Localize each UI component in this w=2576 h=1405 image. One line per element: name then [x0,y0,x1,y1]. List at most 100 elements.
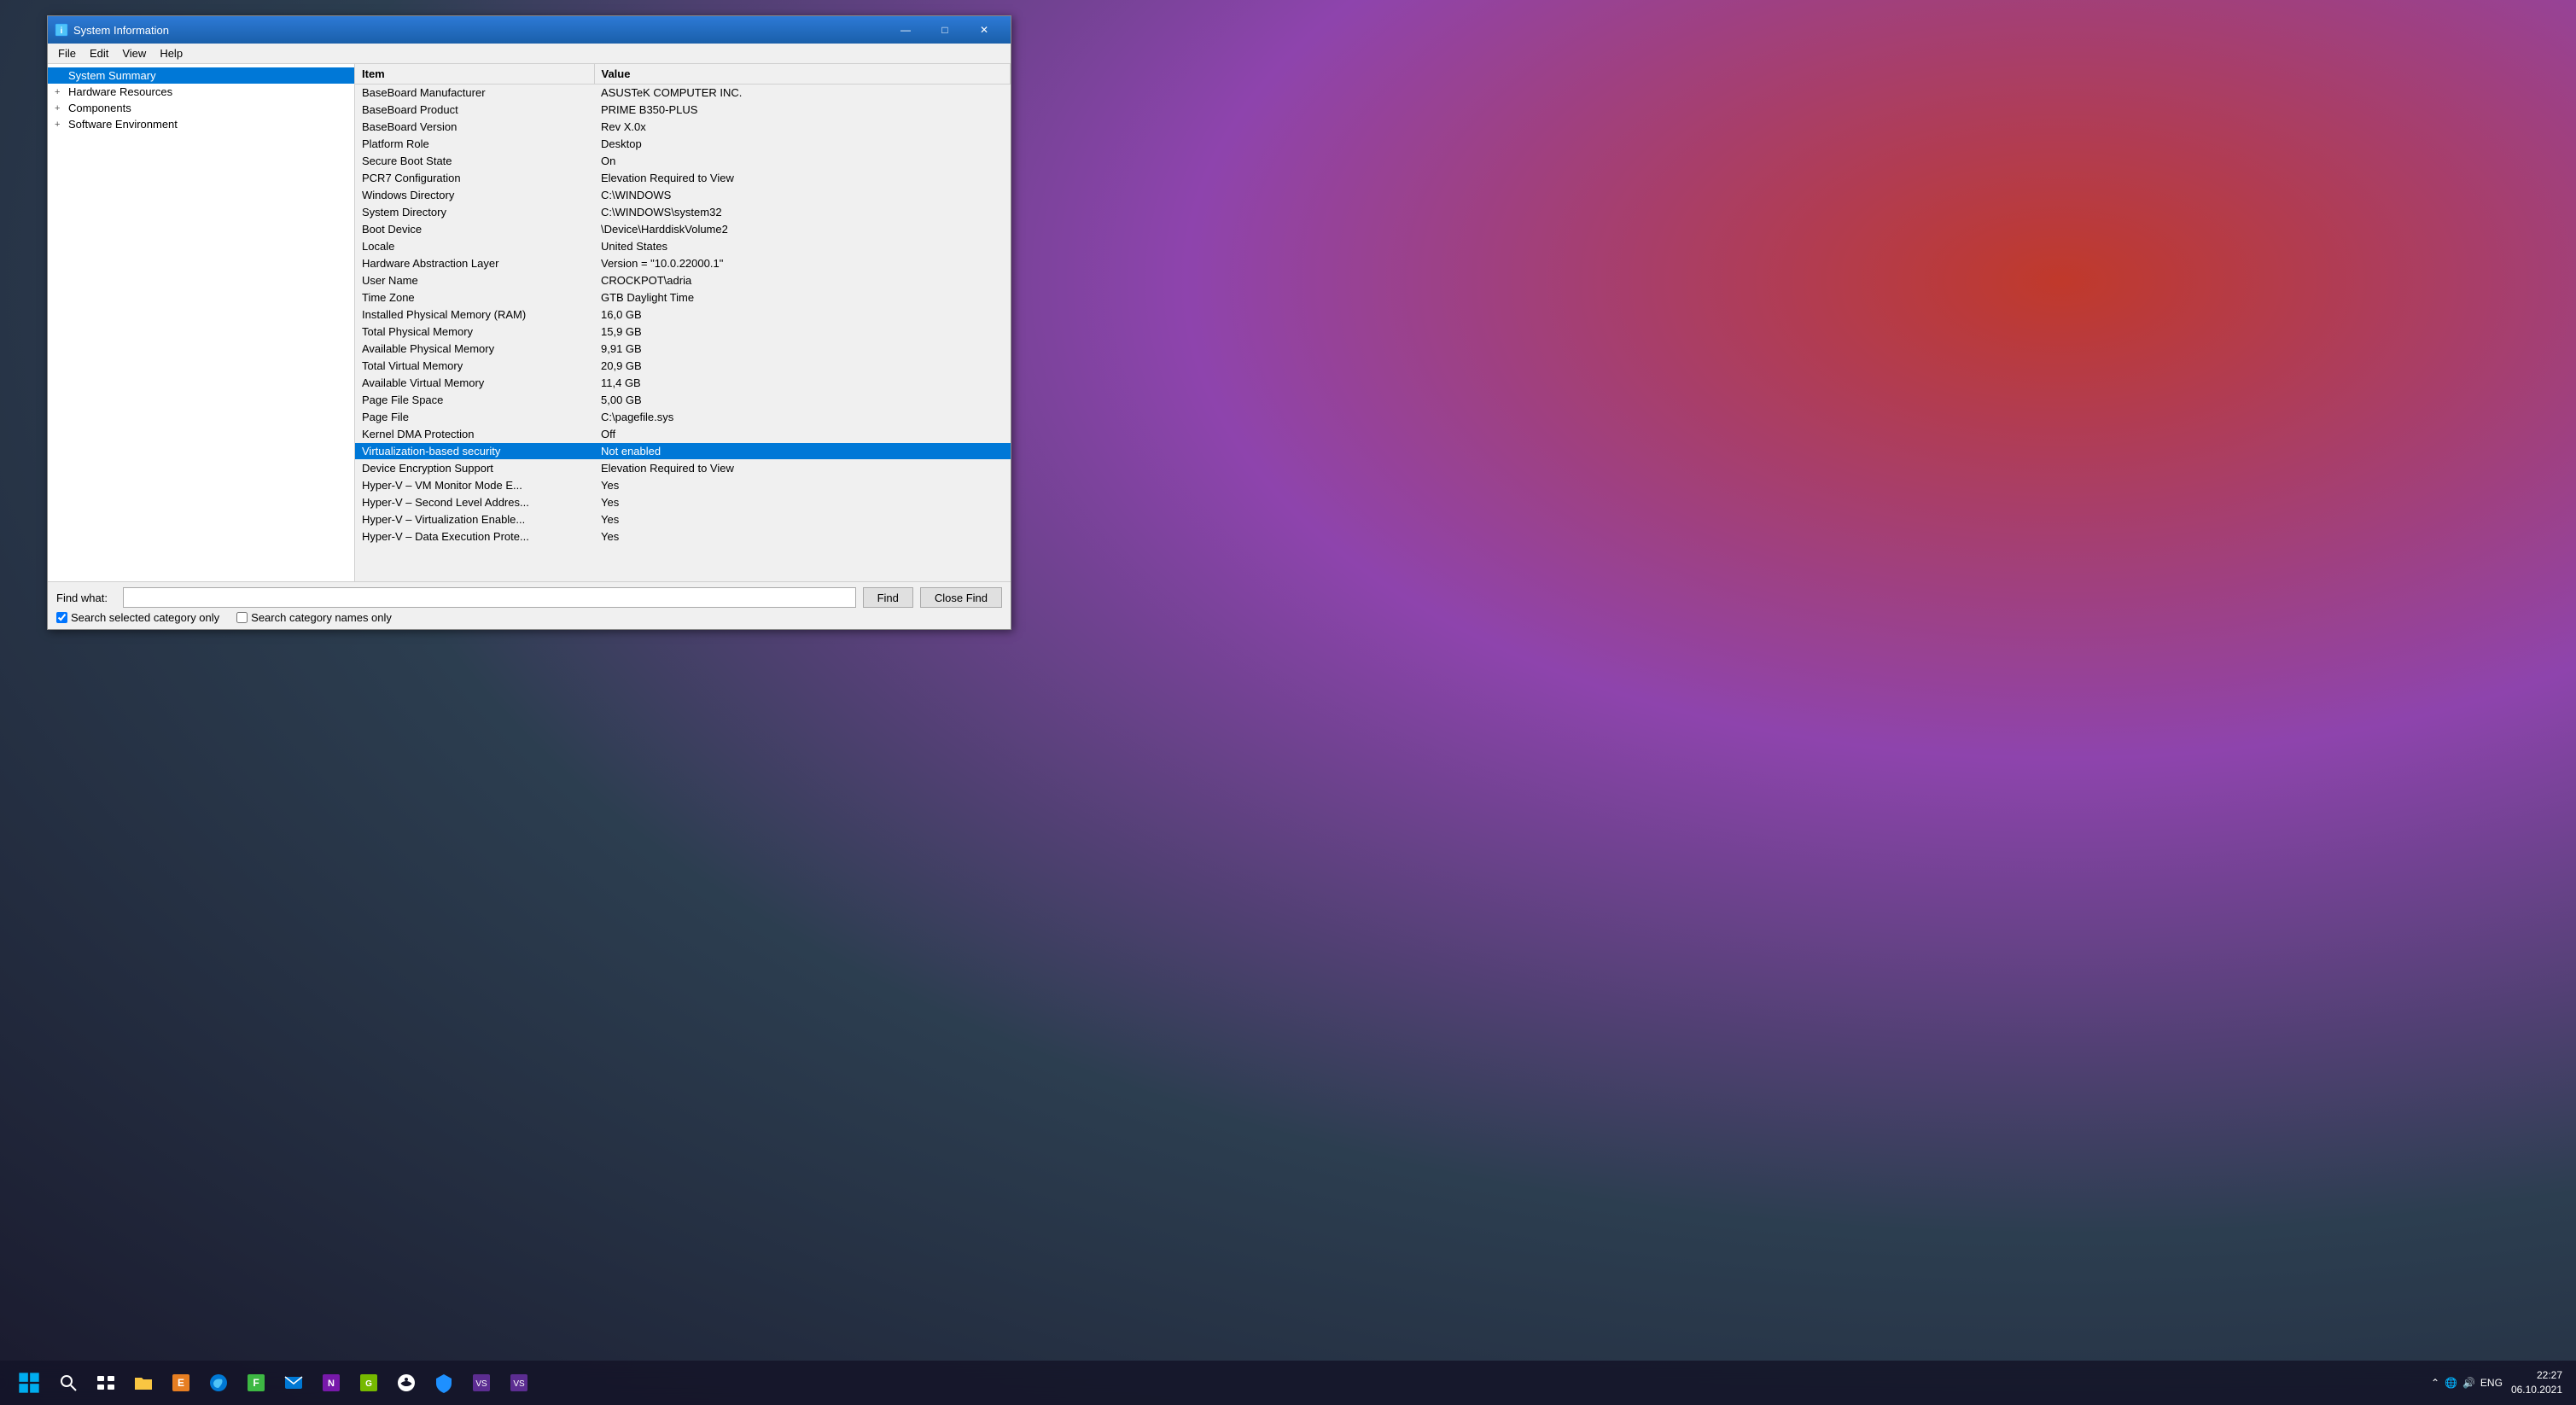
table-row[interactable]: Platform RoleDesktop [355,136,1011,153]
table-row[interactable]: Secure Boot StateOn [355,153,1011,170]
table-row[interactable]: BaseBoard VersionRev X.0x [355,119,1011,136]
taskbar-onenote[interactable]: N [314,1366,348,1400]
cell-item: System Directory [355,204,594,221]
table-row[interactable]: Page File Space5,00 GB [355,392,1011,409]
cell-item: Total Physical Memory [355,324,594,341]
taskbar-clock[interactable]: 22:27 06.10.2021 [2511,1368,2562,1397]
cell-item: Page File [355,409,594,426]
table-row[interactable]: Hyper-V – VM Monitor Mode E...Yes [355,477,1011,494]
cell-item: User Name [355,272,594,289]
svg-text:N: N [328,1379,335,1389]
checkbox-search-category-label[interactable]: Search selected category only [56,611,219,624]
table-row[interactable]: Hyper-V – Virtualization Enable...Yes [355,511,1011,528]
tree-label-hardware-resources: Hardware Resources [68,85,172,98]
taskbar-defender[interactable] [427,1366,461,1400]
taskbar-mail[interactable] [277,1366,311,1400]
close-find-button[interactable]: Close Find [920,587,1002,608]
cell-item: BaseBoard Version [355,119,594,136]
cell-item: Hyper-V – Virtualization Enable... [355,511,594,528]
table-row[interactable]: Kernel DMA ProtectionOff [355,426,1011,443]
table-row[interactable]: PCR7 ConfigurationElevation Required to … [355,170,1011,187]
taskbar-task-view[interactable] [89,1366,123,1400]
table-row[interactable]: Total Virtual Memory20,9 GB [355,358,1011,375]
menu-item-file[interactable]: File [51,45,83,61]
taskbar-app5[interactable]: VS [502,1366,536,1400]
cell-value: 20,9 GB [594,358,1011,375]
maximize-button[interactable]: □ [925,16,965,44]
taskbar-app1[interactable]: E [164,1366,198,1400]
title-bar: i System Information — □ ✕ [48,16,1011,44]
cell-value: 16,0 GB [594,306,1011,324]
taskbar-app2[interactable]: F [239,1366,273,1400]
table-row[interactable]: BaseBoard ProductPRIME B350-PLUS [355,102,1011,119]
table-container: Item Value BaseBoard ManufacturerASUSTeK… [355,64,1011,581]
cell-item: Installed Physical Memory (RAM) [355,306,594,324]
taskbar-edge[interactable] [201,1366,236,1400]
taskbar-app3[interactable]: G [352,1366,386,1400]
cell-item: BaseBoard Manufacturer [355,85,594,102]
cell-item: Boot Device [355,221,594,238]
cell-item: Virtualization-based security [355,443,594,460]
cell-item: Device Encryption Support [355,460,594,477]
expander-hardware-resources: + [55,87,68,97]
cell-value: On [594,153,1011,170]
table-row[interactable]: Available Physical Memory9,91 GB [355,341,1011,358]
svg-text:E: E [178,1377,184,1389]
checkbox-search-names[interactable] [236,612,248,623]
start-button[interactable] [14,1367,44,1398]
menu-item-edit[interactable]: Edit [83,45,115,61]
table-row[interactable]: Total Physical Memory15,9 GB [355,324,1011,341]
table-row[interactable]: Available Virtual Memory11,4 GB [355,375,1011,392]
table-row[interactable]: Installed Physical Memory (RAM)16,0 GB [355,306,1011,324]
minimize-button[interactable]: — [886,16,925,44]
table-row[interactable]: Hyper-V – Data Execution Prote...Yes [355,528,1011,545]
cell-value: PRIME B350-PLUS [594,102,1011,119]
find-button[interactable]: Find [863,587,913,608]
tree-item-hardware-resources[interactable]: + Hardware Resources [48,84,354,100]
table-scroll[interactable]: Item Value BaseBoard ManufacturerASUSTeK… [355,64,1011,581]
cell-value: Not enabled [594,443,1011,460]
table-row[interactable]: Hyper-V – Second Level Addres...Yes [355,494,1011,511]
close-button[interactable]: ✕ [965,16,1004,44]
menu-item-help[interactable]: Help [153,45,189,61]
tree-item-components[interactable]: + Components [48,100,354,116]
col-header-value: Value [594,64,1011,85]
window-title: System Information [73,24,886,37]
table-row[interactable]: Time ZoneGTB Daylight Time [355,289,1011,306]
taskbar-file-explorer[interactable] [126,1366,160,1400]
taskbar-search[interactable] [51,1366,85,1400]
menu-item-view[interactable]: View [115,45,153,61]
tree-item-system-summary[interactable]: System Summary [48,67,354,84]
cell-item: Page File Space [355,392,594,409]
svg-text:F: F [253,1377,259,1389]
find-row: Find what: Find Close Find [56,587,1002,608]
table-row[interactable]: User NameCROCKPOT\adria [355,272,1011,289]
table-row[interactable]: System DirectoryC:\WINDOWS\system32 [355,204,1011,221]
find-input[interactable] [123,587,856,608]
table-row[interactable]: Page FileC:\pagefile.sys [355,409,1011,426]
cell-value: Version = "10.0.22000.1" [594,255,1011,272]
svg-text:VS: VS [475,1379,487,1389]
cell-item: Hardware Abstraction Layer [355,255,594,272]
cell-item: Available Virtual Memory [355,375,594,392]
table-row[interactable]: Virtualization-based securityNot enabled [355,443,1011,460]
table-row[interactable]: Device Encryption SupportElevation Requi… [355,460,1011,477]
cell-item: Hyper-V – VM Monitor Mode E... [355,477,594,494]
table-row[interactable]: LocaleUnited States [355,238,1011,255]
table-row[interactable]: Windows DirectoryC:\WINDOWS [355,187,1011,204]
checkbox-search-names-label[interactable]: Search category names only [236,611,392,624]
table-row[interactable]: BaseBoard ManufacturerASUSTeK COMPUTER I… [355,85,1011,102]
taskbar-settings[interactable] [389,1366,423,1400]
taskbar-app4[interactable]: VS [464,1366,498,1400]
cell-item: Kernel DMA Protection [355,426,594,443]
cell-value: 9,91 GB [594,341,1011,358]
checkbox-search-category-text: Search selected category only [71,611,219,624]
table-row[interactable]: Boot Device\Device\HarddiskVolume2 [355,221,1011,238]
checkbox-search-category[interactable] [56,612,67,623]
table-row[interactable]: Hardware Abstraction LayerVersion = "10.… [355,255,1011,272]
info-table: Item Value BaseBoard ManufacturerASUSTeK… [355,64,1011,545]
tree-item-software-environment[interactable]: + Software Environment [48,116,354,132]
cell-value: Yes [594,477,1011,494]
taskbar-right: ⌃ 🌐 🔊 ENG 22:27 06.10.2021 [2431,1368,2562,1397]
cell-value: 15,9 GB [594,324,1011,341]
